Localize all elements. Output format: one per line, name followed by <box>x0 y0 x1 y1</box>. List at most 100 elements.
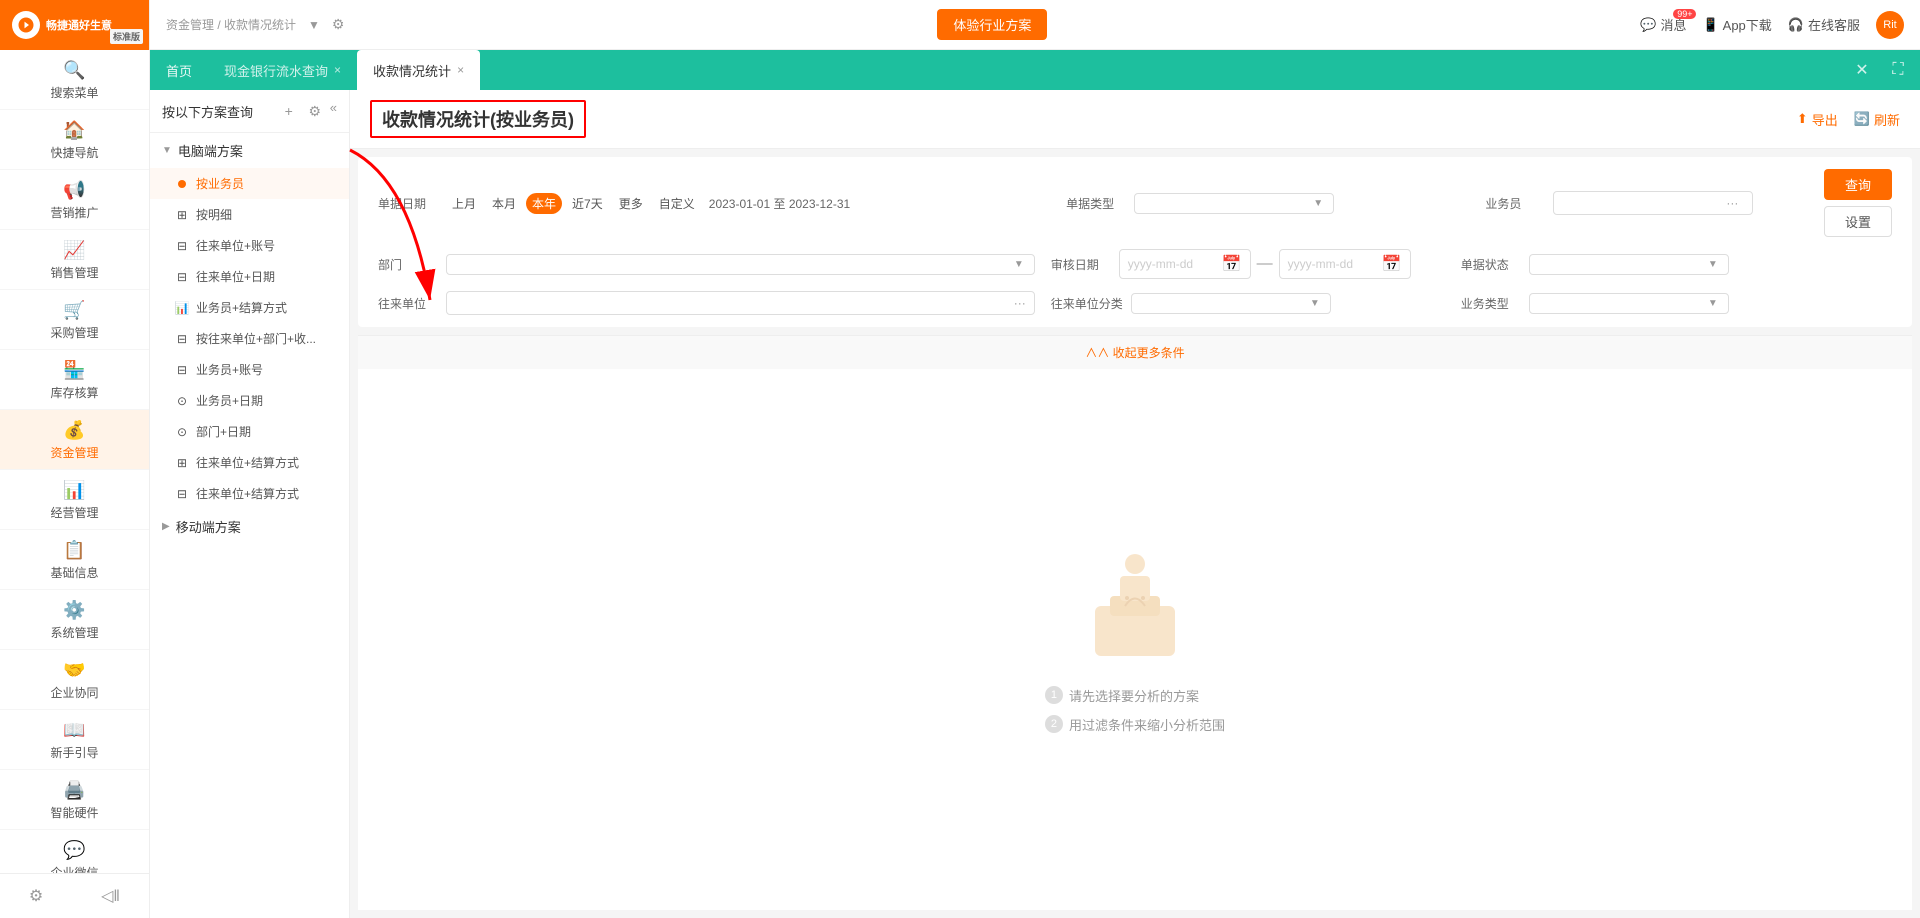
tab-bank-flow-close[interactable]: × <box>334 64 341 76</box>
add-scheme-btn[interactable]: + <box>278 100 300 122</box>
tip-num-2: 2 <box>1045 715 1063 733</box>
date-btn-custom[interactable]: 自定义 <box>653 193 701 214</box>
partner-category-label: 往来单位分类 <box>1051 295 1123 312</box>
query-item-salesman-label: 按业务员 <box>196 175 244 192</box>
voucher-status-caret-icon: ▼ <box>1708 259 1718 270</box>
query-group-mobile-header[interactable]: ▶ 移动端方案 <box>150 509 349 544</box>
sidebar-item-marketing[interactable]: 📢 营销推广 <box>0 170 149 230</box>
calendar-start-icon: 📅 <box>1222 254 1242 274</box>
query-item-by-salesman[interactable]: 按业务员 <box>150 168 349 199</box>
tab-bank-flow[interactable]: 现金银行流水查询 × <box>208 50 357 90</box>
salesman-more-icon[interactable]: ··· <box>1726 196 1738 210</box>
date-btn-7days[interactable]: 近7天 <box>566 193 609 214</box>
query-item-partner-account[interactable]: ⊟ 往来单位+账号 <box>150 230 349 261</box>
sidebar-item-finance[interactable]: 💰 资金管理 <box>0 410 149 470</box>
date-btn-this-year[interactable]: 本年 <box>526 193 562 214</box>
tab-receipt-stats[interactable]: 收款情况统计 × <box>357 50 480 90</box>
filter-row-2: 部门 ▼ 审核日期 yyyy-mm-dd 📅 <box>378 249 1892 279</box>
salesman-select[interactable]: ··· <box>1553 191 1753 215</box>
sidebar-item-purchase[interactable]: 🛒 采购管理 <box>0 290 149 350</box>
panel-collapse-btn[interactable]: « <box>330 100 337 122</box>
header-settings-icon[interactable]: ⚙ <box>332 16 345 33</box>
service-icon: 🎧 <box>1788 17 1804 33</box>
query-item-detail[interactable]: ⊞ 按明细 <box>150 199 349 230</box>
collapse-sidebar-btn[interactable]: ◁‖ <box>93 882 128 910</box>
voucher-status-label: 单据状态 <box>1461 256 1521 273</box>
sidebar-item-search[interactable]: 🔍 搜索菜单 <box>0 50 149 110</box>
sidebar-item-operation[interactable]: 📊 经营管理 <box>0 470 149 530</box>
message-icon: 💬 <box>1640 17 1656 33</box>
salesman-label: 业务员 <box>1485 195 1545 212</box>
audit-date-start[interactable]: yyyy-mm-dd 📅 <box>1119 249 1251 279</box>
sidebar-item-inventory[interactable]: 🏪 库存核算 <box>0 350 149 410</box>
query-item-partner-settle1[interactable]: ⊞ 往来单位+结算方式 <box>150 447 349 478</box>
sidebar-item-wechat[interactable]: 💬 企业微信 <box>0 830 149 873</box>
partner-settle2-icon: ⊟ <box>174 486 190 502</box>
query-item-partner-dept[interactable]: ⊟ 按往来单位+部门+收... <box>150 323 349 354</box>
app-logo: 畅捷通好生意 标准版 <box>0 0 149 50</box>
business-type-select[interactable]: ▼ <box>1529 293 1729 314</box>
tab-receipt-stats-close[interactable]: × <box>457 64 464 76</box>
app-download-btn[interactable]: 📱 App下载 <box>1702 15 1771 34</box>
audit-date-start-input[interactable]: yyyy-mm-dd <box>1128 257 1218 271</box>
query-item-partner-date[interactable]: ⊟ 往来单位+日期 <box>150 261 349 292</box>
voucher-type-select[interactable]: ▼ <box>1134 193 1334 214</box>
refresh-icon: 🔄 <box>1854 111 1870 127</box>
query-item-partner-dept-label: 按往来单位+部门+收... <box>196 330 316 347</box>
settings-btn[interactable]: ⚙ <box>21 882 51 910</box>
sidebar-item-quicknav[interactable]: 🏠 快捷导航 <box>0 110 149 170</box>
query-item-dept-date[interactable]: ⊙ 部门+日期 <box>150 416 349 447</box>
tab-home[interactable]: 首页 <box>150 50 208 90</box>
audit-date-end-input[interactable]: yyyy-mm-dd <box>1288 257 1378 271</box>
query-item-salesman-account[interactable]: ⊟ 业务员+账号 <box>150 354 349 385</box>
sidebar-item-enterprise[interactable]: 🤝 企业协同 <box>0 650 149 710</box>
sidebar-item-basic[interactable]: 📋 基础信息 <box>0 530 149 590</box>
query-item-partner-settle1-label: 往来单位+结算方式 <box>196 454 299 471</box>
query-item-partner-date-label: 往来单位+日期 <box>196 268 275 285</box>
partner-category-select[interactable]: ▼ <box>1131 293 1331 314</box>
finance-icon: 💰 <box>63 420 85 441</box>
scheme-settings-btn[interactable]: ⚙ <box>304 100 326 122</box>
date-btn-more[interactable]: 更多 <box>613 193 649 214</box>
tab-maximize-btn[interactable]: ⛶ <box>1884 56 1912 84</box>
salesman-account-icon: ⊟ <box>174 362 190 378</box>
query-btn[interactable]: 查询 <box>1824 169 1892 200</box>
breadcrumb: 资金管理 / 收款情况统计 <box>166 16 296 33</box>
dept-select[interactable]: ▼ <box>446 254 1035 275</box>
header-dropdown-icon[interactable]: ▼ <box>308 18 320 32</box>
sidebar-item-system[interactable]: ⚙️ 系统管理 <box>0 590 149 650</box>
partner-more-icon[interactable]: ··· <box>1014 296 1026 310</box>
logo-icon <box>12 11 40 39</box>
online-service-btn[interactable]: 🎧 在线客服 <box>1788 15 1860 34</box>
partner-group: 往来单位 ··· <box>378 291 1035 315</box>
tab-close-all-btn[interactable]: ✕ <box>1848 56 1876 84</box>
messages-btn[interactable]: 💬 消息 99+ <box>1640 15 1686 34</box>
user-name[interactable]: Rit <box>1876 11 1904 39</box>
partner-date-icon: ⊟ <box>174 269 190 285</box>
tab-receipt-stats-label: 收款情况统计 <box>373 61 451 80</box>
sidebar-item-wechat-label: 企业微信 <box>50 864 98 873</box>
sidebar-item-guide-label: 新手引导 <box>50 744 98 761</box>
query-item-salesman-date[interactable]: ⊙ 业务员+日期 <box>150 385 349 416</box>
audit-date-end[interactable]: yyyy-mm-dd 📅 <box>1279 249 1411 279</box>
date-btn-last-month[interactable]: 上月 <box>446 193 482 214</box>
setting-btn[interactable]: 设置 <box>1824 206 1892 237</box>
collapse-bar[interactable]: ∧∧ 收起更多条件 <box>358 335 1912 369</box>
export-btn[interactable]: ⬆ 导出 <box>1797 110 1838 129</box>
sidebar-item-purchase-label: 采购管理 <box>50 324 98 341</box>
voucher-status-select[interactable]: ▼ <box>1529 254 1729 275</box>
sidebar-item-sales[interactable]: 📈 销售管理 <box>0 230 149 290</box>
sidebar-item-system-label: 系统管理 <box>50 624 98 641</box>
date-btn-this-month[interactable]: 本月 <box>486 193 522 214</box>
app-download-label: App下载 <box>1723 15 1772 34</box>
partner-input[interactable]: ··· <box>446 291 1035 315</box>
query-item-salesman-settlement[interactable]: 📊 业务员+结算方式 <box>150 292 349 323</box>
sidebar-item-hardware[interactable]: 🖨️ 智能硬件 <box>0 770 149 830</box>
query-group-desktop-header[interactable]: ▼ 电脑端方案 <box>150 133 349 168</box>
industry-btn[interactable]: 体验行业方案 <box>937 9 1047 40</box>
dept-date-icon: ⊙ <box>174 424 190 440</box>
refresh-btn[interactable]: 🔄 刷新 <box>1854 110 1900 129</box>
query-item-partner-settle2[interactable]: ⊟ 往来单位+结算方式 <box>150 478 349 509</box>
business-type-group: 业务类型 ▼ <box>1461 293 1776 314</box>
sidebar-item-guide[interactable]: 📖 新手引导 <box>0 710 149 770</box>
